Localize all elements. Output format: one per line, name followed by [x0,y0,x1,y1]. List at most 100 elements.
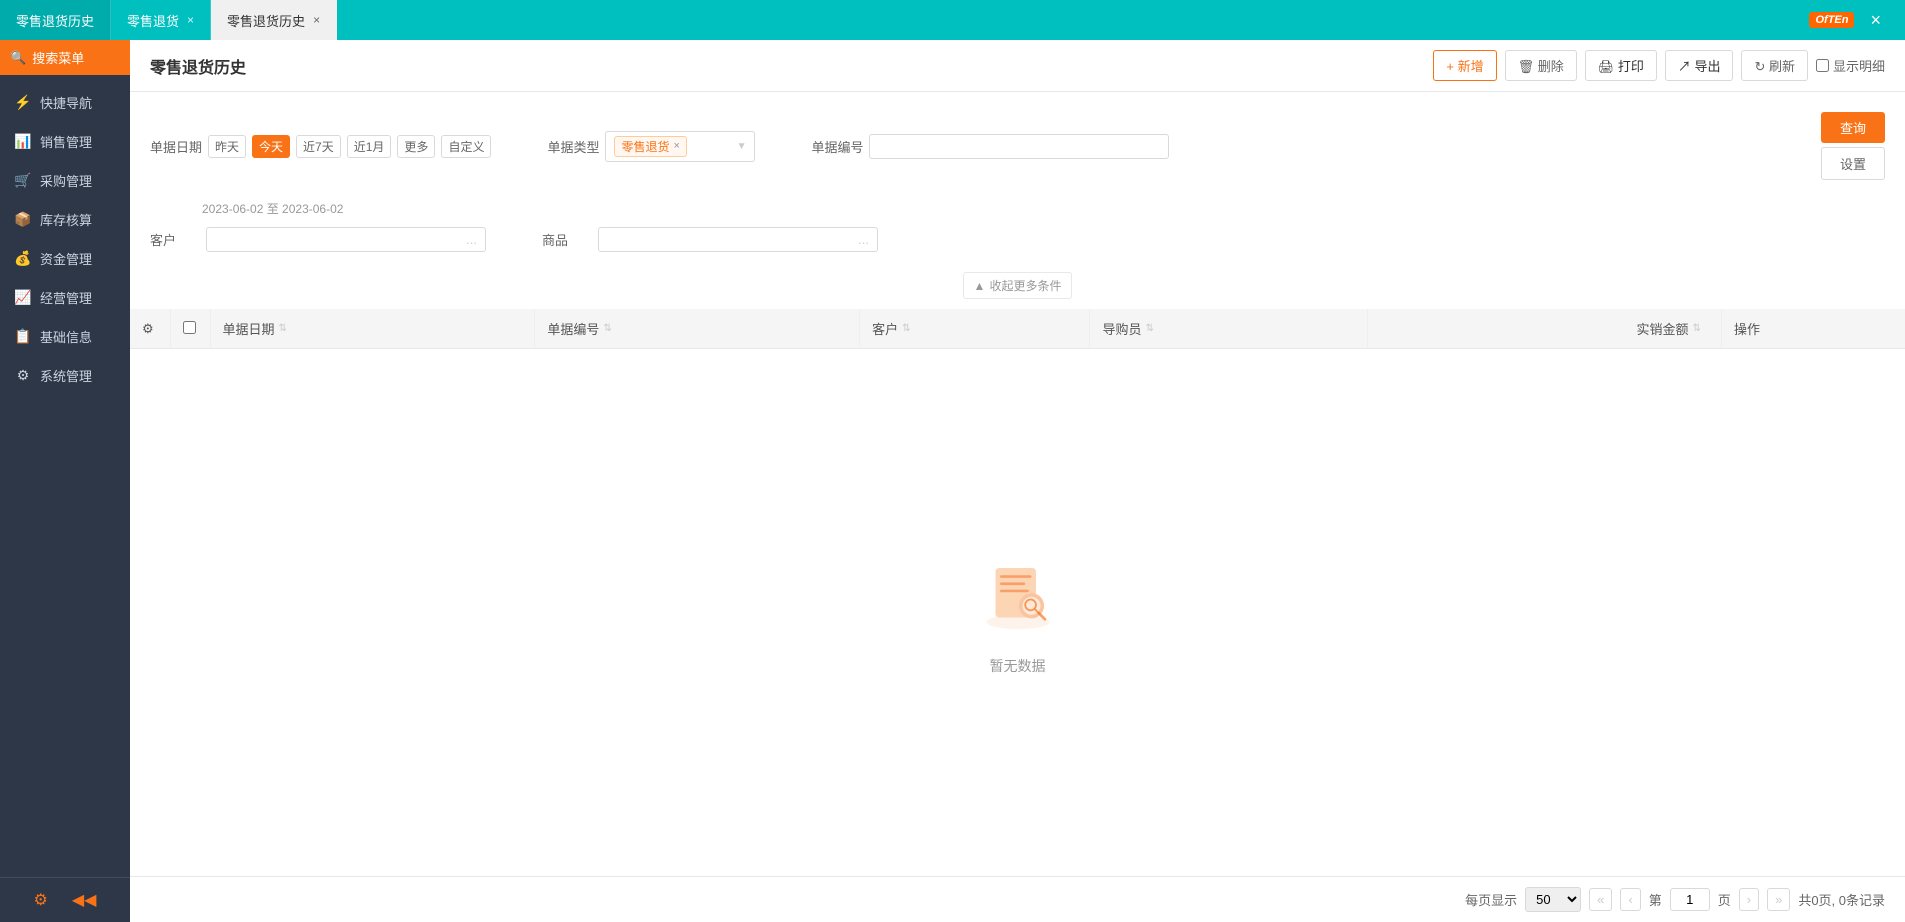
doc-number-sort-icon: ⇅ [603,323,611,334]
goods-input[interactable]: ... [598,227,878,252]
tab-retail-return-history-close[interactable]: × [313,13,320,27]
sidebar-item-purchase-mgmt[interactable]: 🛒 采购管理 [0,161,130,200]
date-filter: 单据日期 昨天 今天 近7天 近1月 更多 自定义 [150,135,491,158]
quick-nav-icon: ⚡ [14,94,32,111]
doc-number-label: 单据编号 [811,137,863,156]
refresh-button[interactable]: ↻ 刷新 [1741,50,1808,81]
tab-retail-return-close[interactable]: × [187,13,194,27]
doc-type-tag: 零售退货 × [614,136,686,157]
sidebar-item-inventory-label: 库存核算 [40,210,92,229]
tab-retail-return-history[interactable]: 零售退货历史 × [211,0,337,40]
system-mgmt-icon: ⚙ [14,367,32,384]
sidebar-item-quick-nav[interactable]: ⚡ 快捷导航 [0,83,130,122]
doc-type-filter: 单据类型 零售退货 × ▼ [547,131,755,162]
finance-icon: 💰 [14,250,32,267]
sidebar-item-sales-mgmt-label: 销售管理 [40,132,92,151]
window-close-btn[interactable]: × [1862,10,1889,31]
tab-list: 零售退货历史 零售退货 × 零售退货历史 × [0,0,1809,40]
today-btn[interactable]: 今天 [252,135,290,158]
prev-page-btn[interactable]: ‹ [1620,888,1640,911]
print-button[interactable]: 🖨 打印 [1585,50,1657,81]
sidebar-settings-btn[interactable]: ⚙ [26,886,56,914]
sidebar-item-quick-nav-label: 快捷导航 [40,93,92,112]
th-doc-number[interactable]: 单据编号 ⇅ [535,309,860,349]
doc-number-input[interactable] [869,134,1169,159]
doc-type-select[interactable]: 零售退货 × ▼ [605,131,755,162]
query-button[interactable]: 查询 [1821,112,1885,143]
doc-type-label: 单据类型 [547,137,599,156]
tab-retail-return-label: 零售退货 [127,11,179,30]
show-detail-text: 显示明细 [1833,56,1885,75]
content-area: 零售退货历史 + 新增 🗑 删除 🖨 打印 ↗ 导出 ↻ 刷新 显示明细 [130,40,1905,922]
sidebar-search[interactable]: 🔍 搜索菜单 [0,40,130,75]
sidebar-item-operations[interactable]: 📈 经营管理 [0,278,130,317]
empty-icon [973,550,1063,640]
sidebar-footer: ⚙ ◀◀ [0,877,130,922]
empty-state: 暂无数据 [130,349,1905,876]
set-button[interactable]: 设置 [1821,147,1885,180]
yesterday-btn[interactable]: 昨天 [208,135,246,158]
search-icon: 🔍 [10,50,26,66]
delete-button[interactable]: 🗑 删除 [1505,50,1577,81]
doc-number-filter: 单据编号 [811,134,1169,159]
settings-icon[interactable]: ⚙ [142,321,154,336]
collapse-container: ▲ 收起更多条件 [150,272,1885,309]
more-btn[interactable]: 更多 [397,135,435,158]
page-header: 零售退货历史 + 新增 🗑 删除 🖨 打印 ↗ 导出 ↻ 刷新 显示明细 [130,40,1905,92]
next-page-btn[interactable]: › [1739,888,1759,911]
th-doc-date[interactable]: 单据日期 ⇅ [210,309,535,349]
doc-type-tag-value: 零售退货 [621,138,669,155]
sidebar-item-inventory[interactable]: 📦 库存核算 [0,200,130,239]
last1month-btn[interactable]: 近1月 [347,135,392,158]
last7days-btn[interactable]: 近7天 [296,135,341,158]
collapse-button[interactable]: ▲ 收起更多条件 [963,272,1073,299]
per-page-select[interactable]: 10 20 50 100 [1525,887,1581,912]
sidebar-item-purchase-mgmt-label: 采购管理 [40,171,92,190]
sidebar-item-sales-mgmt[interactable]: 📊 销售管理 [0,122,130,161]
sidebar-item-finance-label: 资金管理 [40,249,92,268]
tab-home[interactable]: 零售退货历史 [0,0,111,40]
th-customer[interactable]: 客户 ⇅ [860,309,1090,349]
per-page-label: 每页显示 [1465,890,1517,909]
guide-sort-icon: ⇅ [1146,323,1154,334]
customer-placeholder: ... [466,232,477,247]
header-actions: + 新增 🗑 删除 🖨 打印 ↗ 导出 ↻ 刷新 显示明细 [1433,50,1885,81]
sidebar-search-label: 搜索菜单 [32,48,84,67]
th-amount-label: 实销金额 [1637,319,1689,338]
sidebar-speaker-btn[interactable]: ◀◀ [64,886,105,914]
date-filter-label: 单据日期 [150,137,202,156]
th-actions: 操作 [1721,309,1905,349]
operations-icon: 📈 [14,289,32,306]
export-button[interactable]: ↗ 导出 [1665,50,1734,81]
tab-retail-return[interactable]: 零售退货 × [111,0,211,40]
th-settings[interactable]: ⚙ [130,309,170,349]
select-all-checkbox[interactable] [183,321,196,334]
customer-input[interactable]: ... [206,227,486,252]
first-page-btn[interactable]: « [1589,888,1612,911]
th-amount[interactable]: 实销金额 ⇅ [1368,309,1722,349]
th-doc-number-label: 单据编号 [547,319,599,338]
page-title: 零售退货历史 [150,54,246,78]
sidebar-item-basic-info[interactable]: 📋 基础信息 [0,317,130,356]
show-detail-label[interactable]: 显示明细 [1816,56,1885,75]
goods-label: 商品 [542,230,592,249]
sidebar-item-system-mgmt[interactable]: ⚙ 系统管理 [0,356,130,395]
filter-row-1: 单据日期 昨天 今天 近7天 近1月 更多 自定义 单据类型 [150,102,1885,190]
page-suffix: 页 [1718,890,1731,909]
th-checkbox[interactable] [170,309,210,349]
doc-type-tag-close[interactable]: × [673,140,679,152]
new-button[interactable]: + 新增 [1433,50,1496,81]
customer-label: 客户 [150,230,200,249]
page-label: 第 [1649,890,1662,909]
sidebar-item-finance[interactable]: 💰 资金管理 [0,239,130,278]
th-customer-label: 客户 [872,319,898,338]
last-page-btn[interactable]: » [1767,888,1790,911]
th-guide[interactable]: 导购员 ⇅ [1090,309,1368,349]
customer-filter: 客户 ... [150,227,486,252]
data-table: ⚙ 单据日期 ⇅ 单据编号 [130,309,1905,349]
show-detail-checkbox[interactable] [1816,59,1829,72]
page-input[interactable] [1670,888,1710,911]
goods-placeholder: ... [858,232,869,247]
custom-btn[interactable]: 自定义 [441,135,491,158]
doc-date-sort-icon: ⇅ [279,323,287,334]
